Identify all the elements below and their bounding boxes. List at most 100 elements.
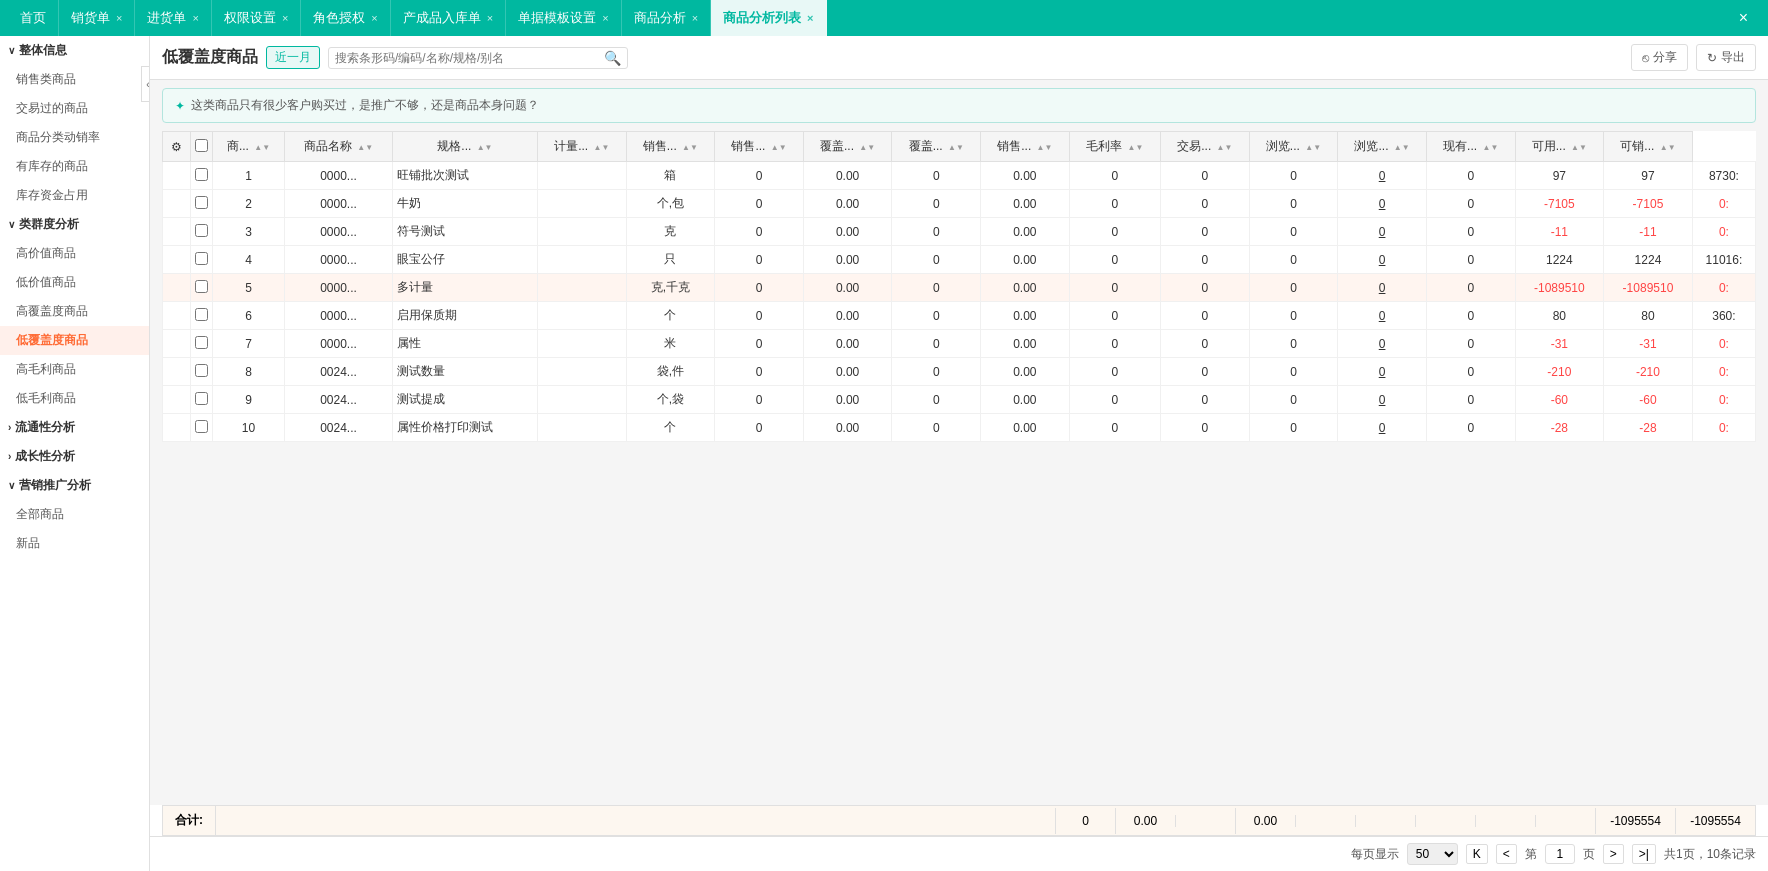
sort-arrows[interactable]: ▲▼ bbox=[859, 144, 875, 152]
sidebar-section-marketing[interactable]: ∨ 营销推广分析 bbox=[0, 471, 149, 500]
close-icon[interactable]: × bbox=[692, 12, 698, 24]
checkbox-cell[interactable] bbox=[191, 162, 213, 190]
spec-column-header[interactable]: 规格... ▲▼ bbox=[392, 132, 537, 162]
sort-arrows[interactable]: ▲▼ bbox=[1217, 144, 1233, 152]
sort-arrows[interactable]: ▲▼ bbox=[1660, 144, 1676, 152]
search-icon[interactable]: 🔍 bbox=[604, 50, 621, 66]
row-checkbox[interactable] bbox=[195, 364, 208, 377]
sidebar-item-sales-goods[interactable]: 销售类商品 bbox=[0, 65, 149, 94]
close-icon[interactable]: × bbox=[602, 12, 608, 24]
close-icon[interactable]: × bbox=[116, 12, 122, 24]
close-icon[interactable]: × bbox=[487, 12, 493, 24]
sidebar-item-low-value[interactable]: 低价值商品 bbox=[0, 268, 149, 297]
checkbox-cell[interactable] bbox=[191, 246, 213, 274]
checkbox-cell[interactable] bbox=[191, 386, 213, 414]
unit-column-header[interactable]: 计量... ▲▼ bbox=[537, 132, 626, 162]
checkbox-cell[interactable] bbox=[191, 330, 213, 358]
code-column-header[interactable]: 商... ▲▼ bbox=[213, 132, 285, 162]
nav-tab-roles[interactable]: 角色授权 × bbox=[301, 0, 390, 36]
sidebar-item-category-rate[interactable]: 商品分类动销率 bbox=[0, 123, 149, 152]
close-icon[interactable]: × bbox=[807, 12, 813, 24]
sort-arrows[interactable]: ▲▼ bbox=[948, 144, 964, 152]
sales-qty-column-header[interactable]: 销售... ▲▼ bbox=[626, 132, 715, 162]
next-page-button[interactable]: > bbox=[1603, 844, 1624, 864]
trans-column-header[interactable]: 交易... ▲▼ bbox=[1161, 132, 1250, 162]
nav-tab-product-analysis-list[interactable]: 商品分析列表 × bbox=[711, 0, 826, 36]
prev-page-button[interactable]: < bbox=[1496, 844, 1517, 864]
close-icon[interactable]: × bbox=[192, 12, 198, 24]
row-checkbox[interactable] bbox=[195, 252, 208, 265]
close-icon[interactable]: × bbox=[282, 12, 288, 24]
close-icon[interactable]: × bbox=[371, 12, 377, 24]
sort-arrows[interactable]: ▲▼ bbox=[1571, 144, 1587, 152]
checkbox-cell[interactable] bbox=[191, 358, 213, 386]
window-close-button[interactable]: × bbox=[1727, 9, 1760, 27]
sidebar-item-all-goods[interactable]: 全部商品 bbox=[0, 500, 149, 529]
sidebar-section-growth[interactable]: › 成长性分析 bbox=[0, 442, 149, 471]
row-checkbox[interactable] bbox=[195, 224, 208, 237]
row-checkbox[interactable] bbox=[195, 168, 208, 181]
sales-amt-column-header[interactable]: 销售... ▲▼ bbox=[715, 132, 804, 162]
row-checkbox[interactable] bbox=[195, 280, 208, 293]
sidebar-item-high-value[interactable]: 高价值商品 bbox=[0, 239, 149, 268]
checkbox-cell[interactable] bbox=[191, 302, 213, 330]
sort-arrows[interactable]: ▲▼ bbox=[254, 144, 270, 152]
export-button[interactable]: ↻ 导出 bbox=[1696, 44, 1756, 71]
checkbox-cell[interactable] bbox=[191, 218, 213, 246]
sidebar-item-new-goods[interactable]: 新品 bbox=[0, 529, 149, 558]
checkbox-column-header[interactable] bbox=[191, 132, 213, 162]
name-column-header[interactable]: 商品名称 ▲▼ bbox=[285, 132, 393, 162]
sidebar-section-circulation[interactable]: › 流通性分析 bbox=[0, 413, 149, 442]
browse2-column-header[interactable]: 浏览... ▲▼ bbox=[1338, 132, 1427, 162]
nav-tab-purchase[interactable]: 进货单 × bbox=[135, 0, 211, 36]
sort-arrows[interactable]: ▲▼ bbox=[357, 144, 373, 152]
sidebar-section-overview[interactable]: ∨ 整体信息 bbox=[0, 36, 149, 65]
select-all-checkbox[interactable] bbox=[195, 139, 208, 152]
sort-arrows[interactable]: ▲▼ bbox=[1128, 144, 1144, 152]
sidebar-item-low-coverage[interactable]: 低覆盖度商品 bbox=[0, 326, 149, 355]
available-column-header[interactable]: 可用... ▲▼ bbox=[1515, 132, 1604, 162]
sidebar-item-stocked-goods[interactable]: 有库存的商品 bbox=[0, 152, 149, 181]
sidebar-item-capital-occupy[interactable]: 库存资金占用 bbox=[0, 181, 149, 210]
cover2-column-header[interactable]: 覆盖... ▲▼ bbox=[892, 132, 981, 162]
share-button[interactable]: ⎋ 分享 bbox=[1631, 44, 1688, 71]
checkbox-cell[interactable] bbox=[191, 190, 213, 218]
sidebar-item-traded-goods[interactable]: 交易过的商品 bbox=[0, 94, 149, 123]
filter-period-button[interactable]: 近一月 bbox=[266, 46, 320, 69]
row-checkbox[interactable] bbox=[195, 420, 208, 433]
checkbox-cell[interactable] bbox=[191, 414, 213, 442]
sidebar-item-high-margin[interactable]: 高毛利商品 bbox=[0, 355, 149, 384]
row-checkbox[interactable] bbox=[195, 336, 208, 349]
sidebar-item-high-coverage[interactable]: 高覆盖度商品 bbox=[0, 297, 149, 326]
sort-arrows[interactable]: ▲▼ bbox=[1037, 144, 1053, 152]
row-checkbox[interactable] bbox=[195, 196, 208, 209]
sort-arrows[interactable]: ▲▼ bbox=[1305, 144, 1321, 152]
last-page-button[interactable]: >| bbox=[1632, 844, 1656, 864]
sellable-column-header[interactable]: 可销... ▲▼ bbox=[1604, 132, 1693, 162]
stock-column-header[interactable]: 现有... ▲▼ bbox=[1426, 132, 1515, 162]
sort-arrows[interactable]: ▲▼ bbox=[477, 144, 493, 152]
page-size-select[interactable]: 50 100 200 bbox=[1407, 843, 1458, 865]
nav-tab-templates[interactable]: 单据模板设置 × bbox=[506, 0, 621, 36]
nav-tab-home[interactable]: 首页 bbox=[8, 0, 59, 36]
sidebar-section-category-analysis[interactable]: ∨ 类群度分析 bbox=[0, 210, 149, 239]
row-checkbox[interactable] bbox=[195, 392, 208, 405]
sort-arrows[interactable]: ▲▼ bbox=[771, 144, 787, 152]
margin-column-header[interactable]: 毛利率 ▲▼ bbox=[1069, 132, 1160, 162]
first-page-button[interactable]: K bbox=[1466, 844, 1488, 864]
sidebar-collapse-button[interactable]: « bbox=[141, 66, 150, 102]
nav-tab-permissions[interactable]: 权限设置 × bbox=[212, 0, 301, 36]
page-number-input[interactable] bbox=[1545, 844, 1575, 864]
row-checkbox[interactable] bbox=[195, 308, 208, 321]
settings-column-header[interactable]: ⚙ bbox=[163, 132, 191, 162]
sidebar-item-low-margin[interactable]: 低毛利商品 bbox=[0, 384, 149, 413]
nav-tab-product-analysis[interactable]: 商品分析 × bbox=[622, 0, 711, 36]
sort-arrows[interactable]: ▲▼ bbox=[1394, 144, 1410, 152]
sort-arrows[interactable]: ▲▼ bbox=[682, 144, 698, 152]
sort-arrows[interactable]: ▲▼ bbox=[593, 144, 609, 152]
checkbox-cell[interactable] bbox=[191, 274, 213, 302]
nav-tab-products[interactable]: 产成品入库单 × bbox=[391, 0, 506, 36]
nav-tab-sales[interactable]: 销货单 × bbox=[59, 0, 135, 36]
search-input[interactable] bbox=[335, 51, 604, 65]
sort-arrows[interactable]: ▲▼ bbox=[1482, 144, 1498, 152]
